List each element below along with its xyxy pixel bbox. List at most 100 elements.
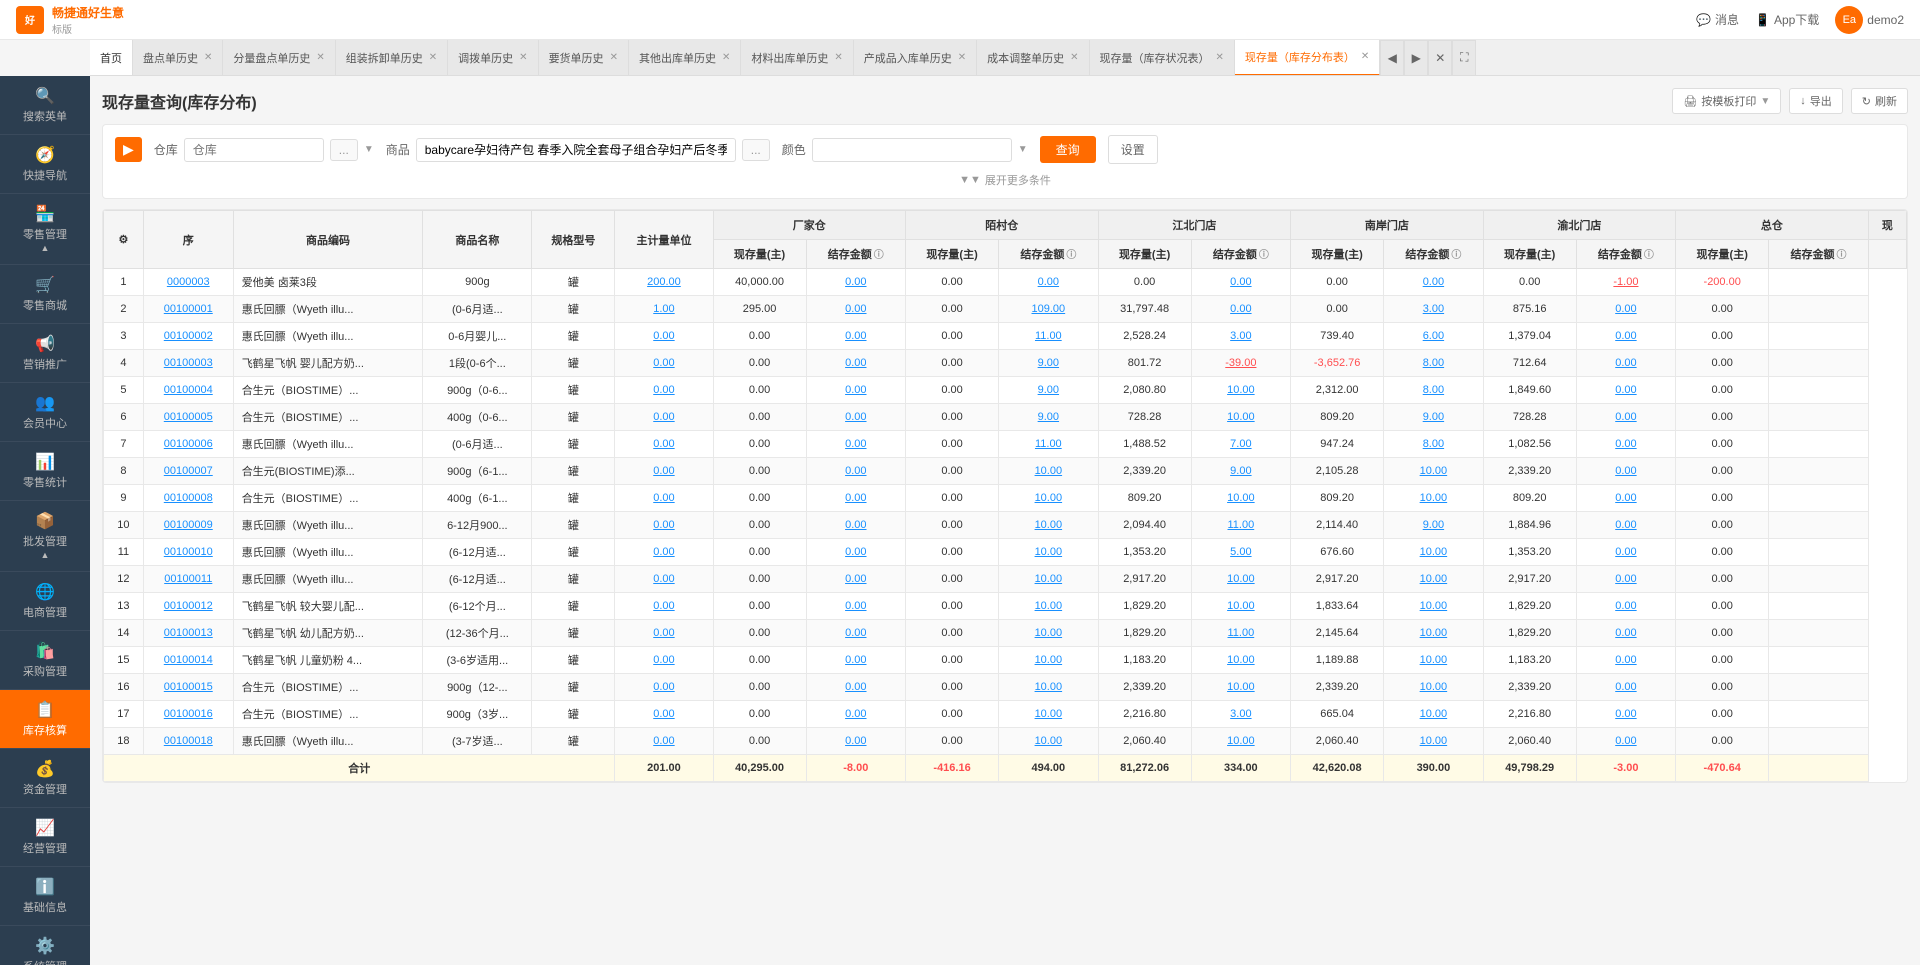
cell-jiangbei-qty[interactable]: 10.00	[999, 485, 1098, 512]
cell-yubei-qty[interactable]: 10.00	[1384, 620, 1483, 647]
sidebar-item-inventory[interactable]: 📋 库存核算	[0, 690, 90, 749]
cell-yubei-qty[interactable]: 8.00	[1384, 431, 1483, 458]
cell-changjiacao-qty[interactable]: 0.00	[615, 728, 713, 755]
cell-yubei-qty[interactable]: 6.00	[1384, 323, 1483, 350]
cell-code[interactable]: 00100011	[143, 566, 233, 593]
tab-portion-stocktake[interactable]: 分量盘点单历史 ✕	[223, 40, 335, 76]
settings-btn[interactable]: 设置	[1108, 135, 1158, 164]
th-settings-icon[interactable]: ⚙	[104, 211, 144, 269]
cell-yubei-qty[interactable]: 10.00	[1384, 566, 1483, 593]
cell-mucuncang-qty[interactable]: 0.00	[806, 566, 905, 593]
cell-zongcang-qty[interactable]: 0.00	[1576, 404, 1675, 431]
cell-jiangbei-qty[interactable]: 9.00	[999, 404, 1098, 431]
cell-code[interactable]: 00100004	[143, 377, 233, 404]
tab-material-out[interactable]: 材料出库单历史 ✕	[741, 40, 853, 76]
cell-code[interactable]: 00100002	[143, 323, 233, 350]
cell-code[interactable]: 00100009	[143, 512, 233, 539]
print-btn[interactable]: 🖨 按模板打印 ▼	[1672, 88, 1781, 114]
cell-zongcang-qty[interactable]: 0.00	[1576, 485, 1675, 512]
cell-jiangbei-qty[interactable]: 10.00	[999, 512, 1098, 539]
cell-yubei-qty[interactable]: 0.00	[1384, 269, 1483, 296]
cell-zongcang-qty[interactable]: 0.00	[1576, 728, 1675, 755]
cell-jiangbei-qty[interactable]: 10.00	[999, 647, 1098, 674]
cell-yubei-qty[interactable]: 9.00	[1384, 512, 1483, 539]
sidebar-item-member[interactable]: 👥 会员中心	[0, 383, 90, 442]
tab-home[interactable]: 首页	[90, 40, 133, 76]
cell-yubei-qty[interactable]: 10.00	[1384, 728, 1483, 755]
tab-nav-prev[interactable]: ◀	[1380, 40, 1404, 76]
cell-zongcang-qty[interactable]: 0.00	[1576, 458, 1675, 485]
toggle-search-btn[interactable]: ▶	[115, 137, 142, 162]
cell-jiangbei-qty[interactable]: 10.00	[999, 620, 1098, 647]
tab-close-cost[interactable]: ✕	[1070, 52, 1078, 63]
cell-jiangbei-qty[interactable]: 10.00	[999, 674, 1098, 701]
sidebar-item-wholesale[interactable]: 📦 批发管理 ▲	[0, 501, 90, 572]
cell-zongcang-qty[interactable]: 0.00	[1576, 350, 1675, 377]
cell-zongcang-qty[interactable]: 0.00	[1576, 701, 1675, 728]
cell-changjiacao-qty[interactable]: 0.00	[615, 485, 713, 512]
export-btn[interactable]: ↓ 导出	[1789, 88, 1843, 114]
tab-product-in[interactable]: 产成品入库单历史 ✕	[854, 40, 977, 76]
cell-mucuncang-qty[interactable]: 0.00	[806, 701, 905, 728]
cell-yubei-qty[interactable]: 10.00	[1384, 674, 1483, 701]
cell-nanan-qty[interactable]: 10.00	[1191, 485, 1290, 512]
tab-transfer[interactable]: 调拨单历史 ✕	[448, 40, 538, 76]
sidebar-item-purchase[interactable]: 🛍️ 采购管理	[0, 631, 90, 690]
cell-code[interactable]: 0000003	[143, 269, 233, 296]
tab-close-prod-in[interactable]: ✕	[958, 52, 966, 63]
cell-nanan-qty[interactable]: 11.00	[1191, 620, 1290, 647]
warehouse-dots-btn[interactable]: ...	[330, 139, 358, 161]
cell-yubei-qty[interactable]: 10.00	[1384, 539, 1483, 566]
cell-mucuncang-qty[interactable]: 0.00	[806, 485, 905, 512]
cell-nanan-qty[interactable]: -39.00	[1191, 350, 1290, 377]
tab-stock-dist[interactable]: 现存量（库存分布表） ✕	[1235, 40, 1380, 76]
cell-mucuncang-qty[interactable]: 0.00	[806, 593, 905, 620]
cell-mucuncang-qty[interactable]: 0.00	[806, 512, 905, 539]
tab-close-stock-status[interactable]: ✕	[1216, 52, 1224, 63]
sidebar-item-search[interactable]: 🔍 搜索英单	[0, 76, 90, 135]
cell-code[interactable]: 00100005	[143, 404, 233, 431]
cell-code[interactable]: 00100014	[143, 647, 233, 674]
sidebar-item-retail-mgmt[interactable]: 🏪 零售管理 ▲	[0, 194, 90, 265]
cell-zongcang-qty[interactable]: 0.00	[1576, 674, 1675, 701]
cell-changjiacao-qty[interactable]: 0.00	[615, 323, 713, 350]
cell-changjiacao-qty[interactable]: 0.00	[615, 350, 713, 377]
cell-nanan-qty[interactable]: 10.00	[1191, 377, 1290, 404]
app-download-btn[interactable]: 📱 App下载	[1755, 11, 1819, 28]
cell-changjiacao-qty[interactable]: 0.00	[615, 512, 713, 539]
sidebar-item-retail-mall[interactable]: 🛒 零售商城	[0, 265, 90, 324]
cell-nanan-qty[interactable]: 3.00	[1191, 323, 1290, 350]
cell-zongcang-qty[interactable]: 0.00	[1576, 323, 1675, 350]
cell-changjiacao-qty[interactable]: 0.00	[615, 701, 713, 728]
tab-nav-next[interactable]: ▶	[1404, 40, 1428, 76]
cell-jiangbei-qty[interactable]: 10.00	[999, 701, 1098, 728]
cell-changjiacao-qty[interactable]: 0.00	[615, 647, 713, 674]
cell-jiangbei-qty[interactable]: 10.00	[999, 593, 1098, 620]
cell-nanan-qty[interactable]: 10.00	[1191, 593, 1290, 620]
cell-mucuncang-qty[interactable]: 0.00	[806, 350, 905, 377]
tab-stocktake[interactable]: 盘点单历史 ✕	[133, 40, 223, 76]
cell-mucuncang-qty[interactable]: 0.00	[806, 323, 905, 350]
cell-nanan-qty[interactable]: 10.00	[1191, 647, 1290, 674]
cell-mucuncang-qty[interactable]: 0.00	[806, 269, 905, 296]
cell-nanan-qty[interactable]: 5.00	[1191, 539, 1290, 566]
cell-yubei-qty[interactable]: 9.00	[1384, 404, 1483, 431]
cell-mucuncang-qty[interactable]: 0.00	[806, 377, 905, 404]
cell-nanan-qty[interactable]: 10.00	[1191, 728, 1290, 755]
color-input[interactable]	[812, 138, 1012, 162]
cell-jiangbei-qty[interactable]: 0.00	[999, 269, 1098, 296]
cell-mucuncang-qty[interactable]: 0.00	[806, 674, 905, 701]
query-btn[interactable]: 查询	[1040, 136, 1096, 163]
tab-requisition[interactable]: 要货单历史 ✕	[539, 40, 629, 76]
cell-yubei-qty[interactable]: 10.00	[1384, 593, 1483, 620]
cell-zongcang-qty[interactable]: 0.00	[1576, 296, 1675, 323]
sidebar-item-nav[interactable]: 🧭 快捷导航	[0, 135, 90, 194]
tab-close-other-out[interactable]: ✕	[722, 52, 730, 63]
cell-nanan-qty[interactable]: 10.00	[1191, 566, 1290, 593]
cell-yubei-qty[interactable]: 10.00	[1384, 458, 1483, 485]
cell-mucuncang-qty[interactable]: 0.00	[806, 620, 905, 647]
tab-close-assembly[interactable]: ✕	[429, 52, 437, 63]
cell-changjiacao-qty[interactable]: 0.00	[615, 593, 713, 620]
refresh-btn[interactable]: ↻ 刷新	[1851, 88, 1908, 114]
tab-close-stock-dist[interactable]: ✕	[1361, 51, 1369, 62]
